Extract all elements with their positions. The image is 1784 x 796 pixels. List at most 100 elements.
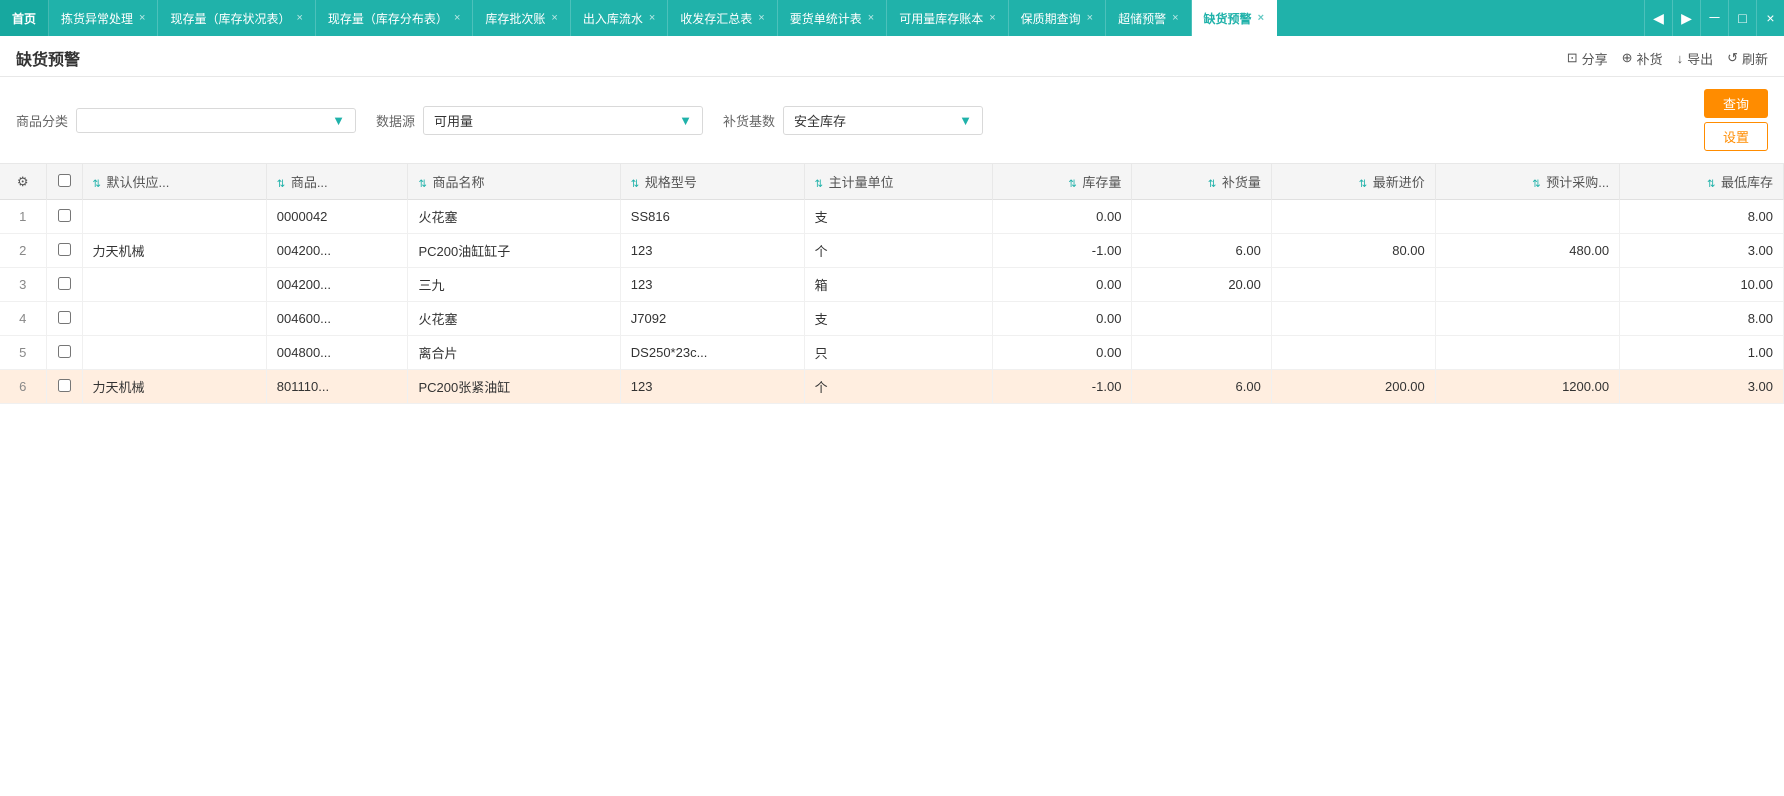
tab-summary[interactable]: 收发存汇总表 × [668, 0, 777, 36]
row-unit-cell: 箱 [804, 268, 992, 302]
close-tab-available[interactable]: × [989, 12, 995, 24]
tab-picking[interactable]: 拣货异常处理 × [49, 0, 158, 36]
row-stock-cell: 0.00 [993, 302, 1132, 336]
table-row: 3 004200... 三九 123 箱 0.00 20.00 10.00 [0, 268, 1784, 302]
row-name-cell: 火花塞 [408, 302, 620, 336]
close-tab-expiry[interactable]: × [1087, 12, 1093, 24]
datasource-label: 数据源 [376, 111, 415, 130]
row-latest-price-cell: 200.00 [1271, 370, 1435, 404]
row-cb-cell[interactable] [46, 302, 82, 336]
table-row: 1 0000042 火花塞 SS816 支 0.00 8.00 [0, 200, 1784, 234]
close-tab-stock-status[interactable]: × [296, 12, 302, 24]
row-spec-cell: 123 [620, 234, 804, 268]
datasource-chevron-icon: ▼ [679, 113, 692, 128]
row-sku-cell: 004200... [266, 234, 408, 268]
row-unit-cell: 只 [804, 336, 992, 370]
row-cb-cell[interactable] [46, 200, 82, 234]
row-supplement-cell: 20.00 [1132, 268, 1271, 302]
tab-available[interactable]: 可用量库存账本 × [887, 0, 1008, 36]
settings-button[interactable]: 设置 [1704, 122, 1768, 151]
category-filter-group: 商品分类 ▼ [16, 108, 356, 133]
name-sort-icon: ⇅ [418, 179, 426, 190]
table-row: 2 力天机械 004200... PC200油缸缸子 123 个 -1.00 6… [0, 234, 1784, 268]
row-spec-cell: SS816 [620, 200, 804, 234]
estimate-sort-icon: ⇅ [1532, 179, 1540, 190]
tab-home[interactable]: 首页 [0, 0, 49, 36]
tab-shortage[interactable]: 缺货预警 × [1192, 0, 1277, 36]
tab-requisition[interactable]: 要货单统计表 × [778, 0, 887, 36]
row-num-cell: 4 [0, 302, 46, 336]
row-stock-cell: 0.00 [993, 268, 1132, 302]
row-supplement-cell [1132, 336, 1271, 370]
checkbox-col-header[interactable] [46, 164, 82, 200]
row-checkbox[interactable] [58, 311, 71, 324]
min-stock-col-header: ⇅ 最低库存 [1620, 164, 1784, 200]
row-num-cell: 2 [0, 234, 46, 268]
close-tab-overstock[interactable]: × [1172, 12, 1178, 24]
row-min-stock-cell: 8.00 [1620, 302, 1784, 336]
header-actions: ⊡ 分享 ⊕ 补货 ↓ 导出 ↺ 刷新 [1567, 49, 1768, 68]
tab-stock-dist[interactable]: 现存量（库存分布表） × [316, 0, 473, 36]
supplier-sort-icon: ⇅ [93, 179, 101, 190]
row-checkbox[interactable] [58, 243, 71, 256]
close-tab-summary[interactable]: × [758, 12, 764, 24]
tab-next-btn[interactable]: ▶ [1672, 0, 1700, 36]
close-tab-picking[interactable]: × [139, 12, 145, 24]
tab-flow[interactable]: 出入库流水 × [571, 0, 668, 36]
row-latest-price-cell: 80.00 [1271, 234, 1435, 268]
unit-sort-icon: ⇅ [815, 179, 823, 190]
export-button[interactable]: ↓ 导出 [1677, 49, 1714, 68]
row-stock-cell: 0.00 [993, 336, 1132, 370]
row-sku-cell: 004600... [266, 302, 408, 336]
tab-prev-btn[interactable]: ◀ [1644, 0, 1672, 36]
row-min-stock-cell: 3.00 [1620, 370, 1784, 404]
row-cb-cell[interactable] [46, 336, 82, 370]
row-estimate-cell [1435, 336, 1619, 370]
row-cb-cell[interactable] [46, 268, 82, 302]
tab-minimize-btn[interactable]: － [1700, 0, 1728, 36]
close-tab-batch[interactable]: × [551, 12, 557, 24]
row-checkbox[interactable] [58, 379, 71, 392]
close-tab-flow[interactable]: × [649, 12, 655, 24]
page-title: 缺货预警 [16, 46, 80, 70]
tab-close-btn[interactable]: × [1756, 0, 1784, 36]
tab-batch[interactable]: 库存批次账 × [473, 0, 570, 36]
select-all-checkbox[interactable] [58, 174, 71, 187]
row-checkbox[interactable] [58, 277, 71, 290]
tab-maximize-btn[interactable]: □ [1728, 0, 1756, 36]
row-checkbox[interactable] [58, 345, 71, 358]
datasource-value: 可用量 [434, 111, 473, 130]
row-cb-cell[interactable] [46, 370, 82, 404]
table-row: 5 004800... 离合片 DS250*23c... 只 0.00 1.00 [0, 336, 1784, 370]
row-name-cell: PC200油缸缸子 [408, 234, 620, 268]
supplement-button[interactable]: ⊕ 补货 [1622, 49, 1663, 68]
row-stock-cell: -1.00 [993, 234, 1132, 268]
row-checkbox[interactable] [58, 209, 71, 222]
tab-stock-status[interactable]: 现存量（库存状况表） × [158, 0, 315, 36]
row-cb-cell[interactable] [46, 234, 82, 268]
tab-overstock[interactable]: 超储预警 × [1106, 0, 1191, 36]
row-stock-cell: -1.00 [993, 370, 1132, 404]
category-chevron-icon: ▼ [332, 113, 345, 128]
tab-expiry[interactable]: 保质期查询 × [1009, 0, 1106, 36]
close-tab-requisition[interactable]: × [868, 12, 874, 24]
row-sku-cell: 004200... [266, 268, 408, 302]
basis-select[interactable]: 安全库存 ▼ [783, 106, 983, 135]
row-spec-cell: 123 [620, 268, 804, 302]
refresh-button[interactable]: ↺ 刷新 [1727, 49, 1768, 68]
category-label: 商品分类 [16, 111, 68, 130]
datasource-select[interactable]: 可用量 ▼ [423, 106, 703, 135]
row-supplier-cell [82, 336, 266, 370]
latest-price-sort-icon: ⇅ [1359, 179, 1367, 190]
share-button[interactable]: ⊡ 分享 [1567, 49, 1608, 68]
close-tab-shortage[interactable]: × [1258, 12, 1264, 24]
category-select[interactable]: ▼ [76, 108, 356, 133]
settings-col-header[interactable]: ⚙ [0, 164, 46, 200]
filter-bar: 商品分类 ▼ 数据源 可用量 ▼ 补货基数 安全库存 ▼ 查询 设置 [0, 77, 1784, 164]
close-tab-stock-dist[interactable]: × [454, 12, 460, 24]
row-spec-cell: J7092 [620, 302, 804, 336]
supplement-sort-icon: ⇅ [1208, 179, 1216, 190]
row-unit-cell: 个 [804, 234, 992, 268]
sku-sort-icon: ⇅ [277, 179, 285, 190]
query-button[interactable]: 查询 [1704, 89, 1768, 118]
